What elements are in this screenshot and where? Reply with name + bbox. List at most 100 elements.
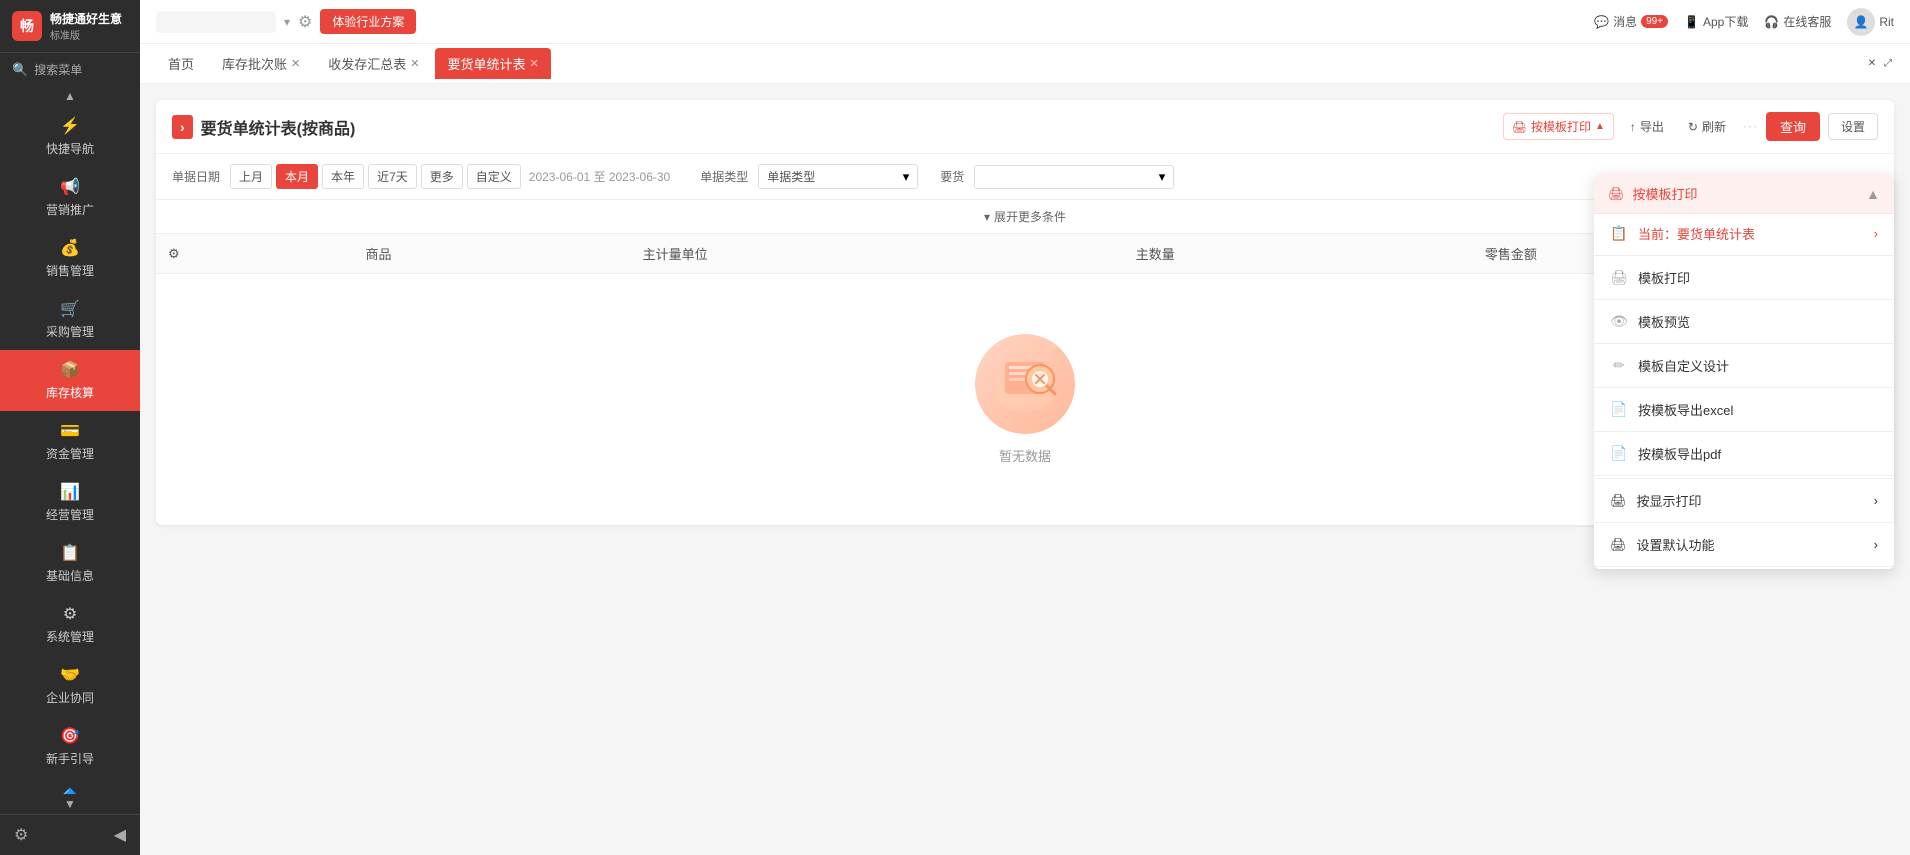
close-window-btn[interactable]: ✕	[1866, 58, 1878, 70]
refresh-btn[interactable]: ↻ 刷新	[1680, 114, 1734, 139]
trial-btn[interactable]: 体验行业方案	[320, 9, 416, 34]
type-select[interactable]: 单据类型 ▾	[758, 164, 918, 189]
dropdown-item-icon: ✏	[1610, 357, 1628, 374]
date-btn-自定义[interactable]: 自定义	[467, 164, 521, 189]
dropdown-item-模板自定义设计[interactable]: ✏模板自定义设计	[1594, 346, 1894, 385]
dropdown-item-模板预览[interactable]: 👁模板预览	[1594, 302, 1894, 341]
user-avatar[interactable]: 👤 Rit	[1847, 8, 1894, 36]
app-download-btn[interactable]: 📱 App下载	[1684, 13, 1748, 30]
tab-收发存汇总表[interactable]: 收发存汇总表✕	[316, 48, 431, 79]
tab-首页[interactable]: 首页	[156, 48, 206, 79]
col-goods: 商品	[354, 234, 631, 274]
date-btn-近7天[interactable]: 近7天	[368, 164, 417, 189]
base-icon: 📋	[60, 543, 80, 563]
message-badge: 99+	[1641, 15, 1668, 28]
inventory-icon: 📦	[60, 360, 80, 380]
dropdown-item-模板打印[interactable]: 🖨模板打印	[1594, 258, 1894, 297]
online-service-label: 在线客服	[1783, 13, 1831, 30]
goods-select[interactable]: ▾	[974, 165, 1174, 189]
app-download-label: App下载	[1703, 13, 1748, 30]
setting-btn[interactable]: 设置	[1828, 113, 1878, 140]
collapse-icon[interactable]: ◀	[114, 825, 126, 845]
dropdown-close-btn[interactable]: ▲	[1866, 186, 1880, 202]
scroll-up-btn[interactable]: ▲	[0, 86, 140, 106]
sidebar-item-base[interactable]: 📋基础信息	[0, 533, 140, 594]
section-divider	[1594, 566, 1894, 567]
quick-nav-icon: ⚡	[60, 116, 80, 136]
guide-icon: 🎯	[60, 726, 80, 746]
sidebar-item-collab[interactable]: 🤝企业协同	[0, 655, 140, 716]
dropdown-title: 🖨 按模板打印	[1608, 184, 1698, 203]
message-label: 消息	[1613, 13, 1637, 30]
header-gear-icon[interactable]: ⚙	[298, 12, 312, 32]
date-btn-本年[interactable]: 本年	[322, 164, 364, 189]
tab-库存批次账[interactable]: 库存批次账✕	[210, 48, 312, 79]
sidebar-item-guide[interactable]: 🎯新手引导	[0, 716, 140, 777]
sidebar-item-finance[interactable]: 💳资金管理	[0, 411, 140, 472]
top-header: ▾ ⚙ 体验行业方案 💬 消息 99+ 📱 App下载 🎧 在线客服 👤 Rit	[140, 0, 1910, 44]
printer-icon: 🖨	[1512, 120, 1527, 134]
sidebar-item-inventory[interactable]: 📦库存核算	[0, 350, 140, 411]
search-icon: 🔍	[12, 62, 28, 78]
date-btn-更多[interactable]: 更多	[421, 164, 463, 189]
header-search-input[interactable]	[156, 11, 276, 33]
dropdown-item-按模板导出excel[interactable]: 📄按模板导出excel	[1594, 390, 1894, 429]
finance-icon: 💳	[60, 421, 80, 441]
chevron-down-icon: ▾	[903, 169, 910, 185]
print-template-btn[interactable]: 🖨 按模板打印 ▲	[1503, 113, 1614, 140]
settings-icon[interactable]: ⚙	[14, 825, 28, 845]
col-qty: 主数量	[1124, 234, 1473, 274]
print-dropdown-panel: 🖨 按模板打印 ▲ 📋 当前：要货单统计表 › 🖨模板打印 👁模板预览 ✏模板自定义…	[1594, 174, 1894, 569]
sidebar-item-marketing[interactable]: 📢营销推广	[0, 167, 140, 228]
message-btn[interactable]: 💬 消息 99+	[1594, 13, 1668, 30]
divider	[1594, 343, 1894, 344]
col-settings[interactable]: ⚙	[156, 234, 354, 274]
sidebar-search[interactable]: 🔍 搜索菜单	[0, 53, 140, 86]
expand-filter-btn[interactable]: ▾ 展开更多条件	[984, 208, 1066, 225]
purchase-icon: 🛒	[60, 299, 80, 319]
sidebar-bottom: ⚙ ◀	[0, 814, 140, 855]
divider	[1594, 387, 1894, 388]
section-icon: 🖨	[1610, 537, 1627, 553]
dropdown-divider-2	[1594, 478, 1894, 479]
tab-close-要货单统计表[interactable]: ✕	[530, 57, 539, 70]
dropdown-item-icon: 📄	[1610, 445, 1628, 462]
tab-close-收发存汇总表[interactable]: ✕	[410, 57, 419, 70]
online-service-btn[interactable]: 🎧 在线客服	[1764, 13, 1831, 30]
expand-sidebar-btn[interactable]: ›	[172, 115, 193, 139]
dropdown-section-按显示打印[interactable]: 🖨按显示打印›	[1594, 481, 1894, 520]
query-btn[interactable]: 查询	[1766, 112, 1820, 141]
type-filter-label: 单据类型	[700, 168, 748, 185]
message-icon: 💬	[1594, 15, 1609, 29]
header-dropdown-btn[interactable]: ▾	[284, 15, 290, 29]
export-btn[interactable]: ↑ 导出	[1622, 114, 1672, 139]
section-arrow-icon: ›	[1874, 493, 1878, 508]
more-actions-icon[interactable]: ···	[1742, 118, 1758, 136]
window-controls: ✕ ⤢	[1866, 58, 1894, 70]
sidebar-item-quick-nav[interactable]: ⚡快捷导航	[0, 106, 140, 167]
sidebar-item-apps[interactable]: 🔷应用中心	[0, 777, 140, 794]
date-btn-上月[interactable]: 上月	[230, 164, 272, 189]
collab-icon: 🤝	[60, 665, 80, 685]
maximize-window-btn[interactable]: ⤢	[1882, 58, 1894, 70]
dropdown-current-item[interactable]: 📋 当前：要货单统计表 ›	[1594, 214, 1894, 253]
dropdown-item-按模板导出pdf[interactable]: 📄按模板导出pdf	[1594, 434, 1894, 473]
current-arrow: ›	[1874, 226, 1878, 241]
scroll-down-btn[interactable]: ▼	[0, 794, 140, 814]
date-btn-本月[interactable]: 本月	[276, 164, 318, 189]
chevron-down-expand-icon: ▾	[984, 210, 990, 224]
sidebar-item-sales[interactable]: 💰销售管理	[0, 228, 140, 289]
sidebar-search-label: 搜索菜单	[34, 61, 82, 78]
header-right: 💬 消息 99+ 📱 App下载 🎧 在线客服 👤 Rit	[1594, 8, 1894, 36]
dropdown-section-设置默认功能[interactable]: 🖨设置默认功能›	[1594, 525, 1894, 564]
marketing-icon: 📢	[60, 177, 80, 197]
tab-要货单统计表[interactable]: 要货单统计表✕	[435, 48, 550, 79]
dropdown-items: 🖨模板打印 👁模板预览 ✏模板自定义设计 📄按模板导出excel 📄按模板导出pdf	[1594, 258, 1894, 476]
dropdown-header: 🖨 按模板打印 ▲	[1594, 174, 1894, 214]
current-icon: 📋	[1610, 225, 1628, 242]
page-header-actions: 🖨 按模板打印 ▲ ↑ 导出 ↻ 刷新 ··· 查询 设置	[1503, 112, 1878, 141]
tab-close-库存批次账[interactable]: ✕	[291, 57, 300, 70]
sidebar-item-purchase[interactable]: 🛒采购管理	[0, 289, 140, 350]
sidebar-item-operation[interactable]: 📊经营管理	[0, 472, 140, 533]
sidebar-item-system[interactable]: ⚙系统管理	[0, 594, 140, 655]
